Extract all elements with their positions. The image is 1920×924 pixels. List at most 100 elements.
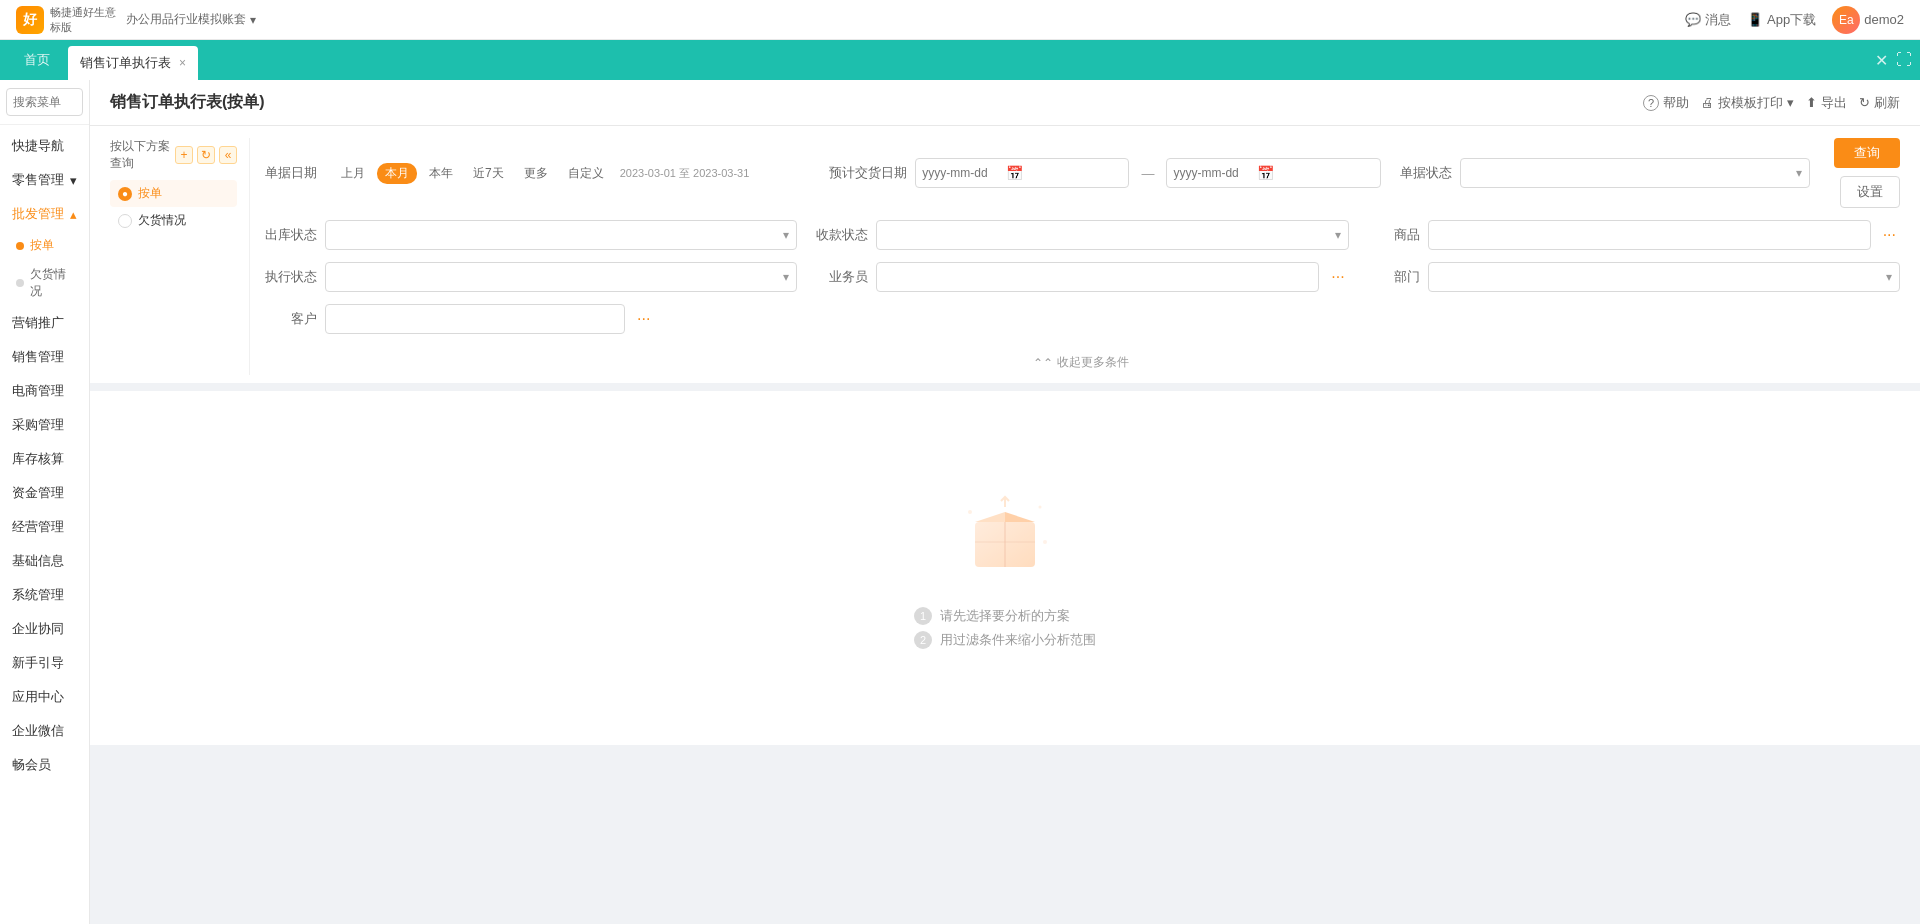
scheme-inactive-icon	[118, 214, 132, 228]
topbar-nav[interactable]: 办公用品行业模拟账套 ▾	[126, 11, 256, 28]
window-maximize-btn[interactable]: ⛶	[1896, 51, 1912, 69]
date-tab-custom[interactable]: 自定义	[560, 163, 612, 184]
refresh-scheme-btn[interactable]: ↻	[197, 146, 215, 164]
sidebar-item-quick-nav[interactable]: 快捷导航	[0, 129, 89, 163]
dept-label: 部门	[1365, 268, 1420, 286]
scheme-item-orders[interactable]: ● 按单	[110, 180, 237, 207]
add-scheme-btn[interactable]: +	[175, 146, 193, 164]
customer-input[interactable]	[325, 304, 625, 334]
sidebar-item-system[interactable]: 系统管理	[0, 578, 89, 612]
step-2-text: 用过滤条件来缩小分析范围	[940, 631, 1096, 649]
customer-dots-btn[interactable]: ···	[633, 310, 654, 328]
sidebar-sub-item-debt[interactable]: 欠货情况	[0, 260, 89, 306]
expected-delivery-field: 预计交货日期 📅 — 📅	[829, 158, 1380, 188]
calendar-to-icon[interactable]: 📅	[1257, 165, 1274, 181]
collapse-label: 收起更多条件	[1057, 354, 1129, 371]
logo-text: 畅捷通好生意 标版	[50, 5, 116, 34]
doc-status-label: 单据状态	[1397, 164, 1452, 182]
logo-icon: 好	[16, 6, 44, 34]
sidebar: 快捷导航 零售管理 ▾ 批发管理 ▴ 按单 欠货情况	[0, 80, 90, 924]
date-tab-this-year[interactable]: 本年	[421, 163, 461, 184]
topbar-right: 💬 消息 📱 App下载 Ea demo2	[1685, 6, 1904, 34]
collapse-bar[interactable]: ⌃⌃ 收起更多条件	[262, 346, 1900, 375]
calendar-from-icon[interactable]: 📅	[1006, 165, 1023, 181]
sidebar-item-apps[interactable]: 应用中心	[0, 680, 89, 714]
refresh-icon: ↻	[1859, 95, 1870, 110]
tab-label: 销售订单执行表	[80, 54, 171, 72]
message-item[interactable]: 💬 消息	[1685, 11, 1731, 29]
delivery-date-from-input[interactable]	[922, 166, 1002, 180]
sidebar-item-operations[interactable]: 经营管理	[0, 510, 89, 544]
sidebar-item-finance[interactable]: 资金管理	[0, 476, 89, 510]
tab-sales-order[interactable]: 销售订单执行表 ×	[68, 46, 198, 80]
page-actions: ? 帮助 🖨 按模板打印 ▾ ⬆ 导出 ↻ 刷新	[1643, 94, 1900, 112]
dept-select[interactable]	[1428, 262, 1900, 292]
refresh-button[interactable]: ↻ 刷新	[1859, 94, 1900, 112]
payment-status-select[interactable]	[876, 220, 1348, 250]
nav-dropdown-icon[interactable]: ▾	[250, 13, 256, 27]
sidebar-item-enterprise[interactable]: 企业协同	[0, 612, 89, 646]
empty-illustration	[955, 487, 1055, 587]
sidebar-item-marketing[interactable]: 营销推广	[0, 306, 89, 340]
salesperson-dots-btn[interactable]: ···	[1327, 268, 1348, 286]
date-tabs: 上月 本月 本年 近7天 更多 自定义	[333, 163, 612, 184]
payment-status-select-wrap	[876, 220, 1348, 250]
sidebar-sub-item-orders[interactable]: 按单	[0, 231, 89, 260]
sidebar-item-wholesale[interactable]: 批发管理 ▴	[0, 197, 89, 231]
doc-status-select[interactable]	[1460, 158, 1810, 188]
sidebar-item-sales[interactable]: 销售管理	[0, 340, 89, 374]
app-download-item[interactable]: 📱 App下载	[1747, 11, 1816, 29]
date-tab-this-month[interactable]: 本月	[377, 163, 417, 184]
sidebar-item-inventory[interactable]: 库存核算	[0, 442, 89, 476]
date-range-hint: 2023-03-01 至 2023-03-31	[620, 166, 750, 181]
search-input[interactable]	[6, 88, 83, 116]
sidebar-item-newbie[interactable]: 新手引导	[0, 646, 89, 680]
scheme-header: 按以下方案查询 + ↻ «	[110, 138, 237, 172]
collapse-scheme-btn[interactable]: «	[219, 146, 237, 164]
sidebar-item-purchase[interactable]: 采购管理	[0, 408, 89, 442]
salesperson-input[interactable]	[876, 262, 1319, 292]
date-tab-more[interactable]: 更多	[516, 163, 556, 184]
goods-field: 商品 ···	[1365, 220, 1900, 250]
sidebar-item-retail[interactable]: 零售管理 ▾	[0, 163, 89, 197]
goods-dots-btn[interactable]: ···	[1879, 226, 1900, 244]
print-icon: 🖨	[1701, 95, 1714, 110]
sidebar-item-basics[interactable]: 基础信息	[0, 544, 89, 578]
topbar-left: 好 畅捷通好生意 标版 办公用品行业模拟账套 ▾	[16, 5, 256, 34]
sidebar-wholesale-section: 批发管理 ▴ 按单 欠货情况	[0, 197, 89, 306]
sidebar-search-area	[0, 80, 89, 125]
step-2-num: 2	[914, 631, 932, 649]
settings-button[interactable]: 设置	[1840, 176, 1900, 208]
query-button[interactable]: 查询	[1834, 138, 1900, 168]
export-button[interactable]: ⬆ 导出	[1806, 94, 1847, 112]
sidebar-item-wechat[interactable]: 企业微信	[0, 714, 89, 748]
user-label: demo2	[1864, 12, 1904, 27]
empty-state: 1 请先选择要分析的方案 2 用过滤条件来缩小分析范围	[110, 407, 1900, 729]
sidebar-item-ecommerce[interactable]: 电商管理	[0, 374, 89, 408]
scheme-item-debt[interactable]: 欠货情况	[110, 207, 237, 234]
goods-input[interactable]	[1428, 220, 1871, 250]
delivery-status-select[interactable]	[325, 220, 797, 250]
print-button[interactable]: 🖨 按模板打印 ▾	[1701, 94, 1794, 112]
user-item[interactable]: Ea demo2	[1832, 6, 1904, 34]
dept-select-wrap	[1428, 262, 1900, 292]
exec-status-select[interactable]	[325, 262, 797, 292]
date-tab-last-month[interactable]: 上月	[333, 163, 373, 184]
collapse-arrow-icon: ⌃⌃	[1033, 356, 1053, 370]
data-area: 1 请先选择要分析的方案 2 用过滤条件来缩小分析范围	[90, 391, 1920, 745]
delivery-date-from-wrap: 📅	[915, 158, 1129, 188]
expected-delivery-label: 预计交货日期	[829, 164, 907, 182]
window-close-btn[interactable]: ✕	[1875, 51, 1888, 70]
doc-status-field: 单据状态	[1397, 158, 1810, 188]
sidebar-item-member[interactable]: 畅会员	[0, 748, 89, 782]
content-area: 销售订单执行表(按单) ? 帮助 🖨 按模板打印 ▾ ⬆ 导出 ↻ 刷新	[90, 80, 1920, 924]
inactive-dot-icon	[16, 279, 24, 287]
help-button[interactable]: ? 帮助	[1643, 94, 1689, 112]
print-dropdown-icon[interactable]: ▾	[1787, 95, 1794, 110]
delivery-status-label: 出库状态	[262, 226, 317, 244]
tab-close-icon[interactable]: ×	[179, 56, 186, 70]
delivery-date-to-input[interactable]	[1173, 166, 1253, 180]
app-icon: 📱	[1747, 12, 1763, 27]
date-tab-last7[interactable]: 近7天	[465, 163, 512, 184]
tab-home[interactable]: 首页	[8, 40, 66, 80]
